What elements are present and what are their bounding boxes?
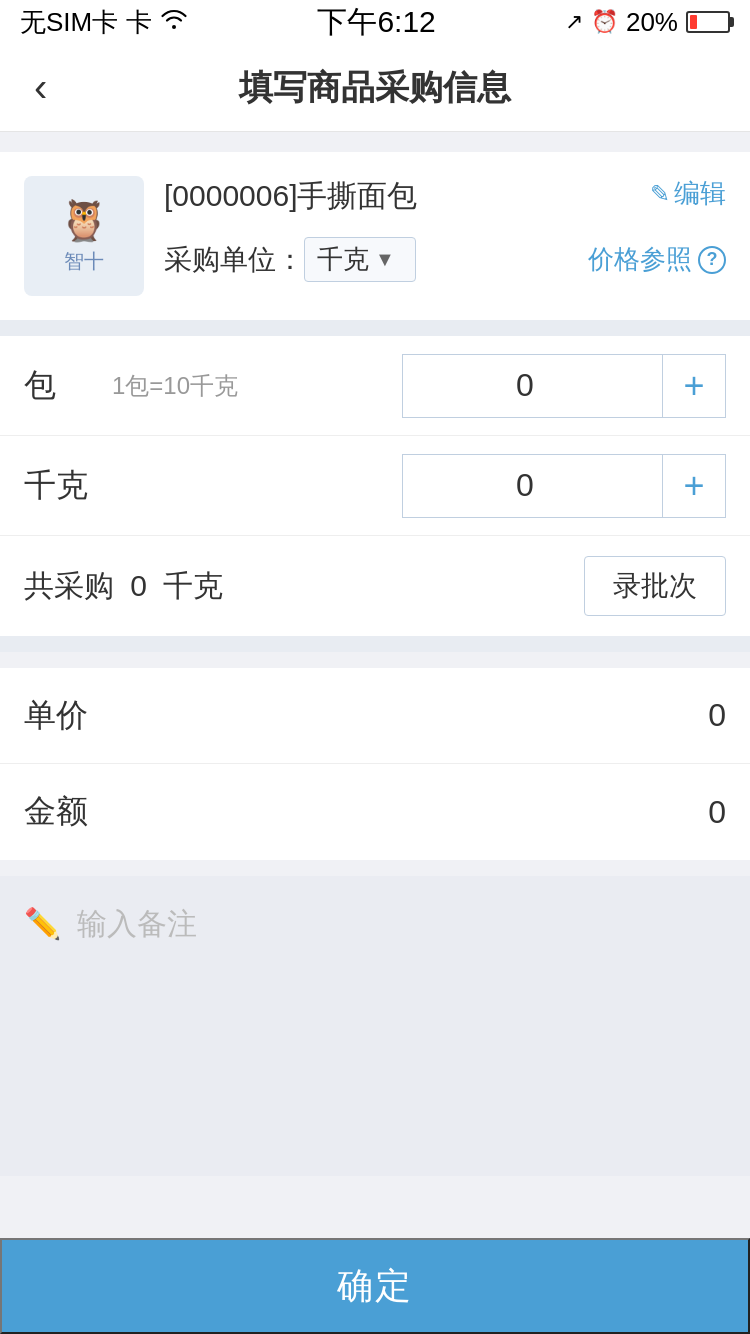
status-bar: 无SIM卡 卡 下午6:12 ↗ ⏰ 20% xyxy=(0,0,750,44)
batch-label: 录批次 xyxy=(613,570,697,601)
summary-prefix: 共采购 xyxy=(24,569,114,602)
carrier-text: 无SIM卡 xyxy=(20,5,118,40)
kg-plus-button[interactable]: + xyxy=(662,454,726,518)
product-image-label: 智十 xyxy=(64,248,104,275)
amount-label: 金额 xyxy=(24,790,88,834)
batch-record-button[interactable]: 录批次 xyxy=(584,556,726,616)
bag-input-wrapper: + xyxy=(402,354,726,418)
kg-plus-icon: + xyxy=(683,465,704,507)
summary-value: 0 xyxy=(130,569,147,602)
location-icon: ↗ xyxy=(565,9,583,35)
price-ref-help-icon: ? xyxy=(698,246,726,274)
content-spacer xyxy=(0,1076,750,1176)
bag-label: 包 xyxy=(24,364,104,408)
bag-sublabel: 1包=10千克 xyxy=(112,370,402,402)
wifi-icon xyxy=(160,7,188,38)
pencil-icon: ✏️ xyxy=(24,906,61,941)
back-button[interactable]: ‹ xyxy=(24,55,57,120)
note-section[interactable]: ✏️ 输入备注 xyxy=(0,876,750,1076)
summary-row: 共采购 0 千克 录批次 xyxy=(0,536,750,636)
divider-1 xyxy=(0,320,750,336)
alarm-icon: ⏰ xyxy=(591,9,618,35)
product-name: [0000006]手撕面包 xyxy=(164,176,650,217)
kg-input-row: 千克 + xyxy=(0,436,750,536)
kg-label: 千克 xyxy=(24,464,104,508)
confirm-button[interactable]: 确定 xyxy=(0,1238,750,1334)
product-image: 🦉 智十 xyxy=(24,176,144,296)
sim-icon: 卡 xyxy=(126,5,152,40)
unit-price-row: 单价 0 xyxy=(0,668,750,764)
unit-selector-group: 采购单位： 千克 ▼ xyxy=(164,237,416,282)
status-right: ↗ ⏰ 20% xyxy=(565,7,730,38)
battery-icon xyxy=(686,11,730,33)
edit-icon: ✎ xyxy=(650,180,670,208)
status-time: 下午6:12 xyxy=(317,2,435,43)
status-left: 无SIM卡 卡 xyxy=(20,5,188,40)
unit-price-label: 单价 xyxy=(24,694,88,738)
product-owl-icon: 🦉 xyxy=(59,197,109,244)
amount-value: 0 xyxy=(708,794,726,831)
price-section: 单价 0 金额 0 xyxy=(0,668,750,860)
note-placeholder: 输入备注 xyxy=(77,904,197,945)
dropdown-arrow-icon: ▼ xyxy=(375,248,395,271)
unit-price-value: 0 xyxy=(708,697,726,734)
product-unit-row: 采购单位： 千克 ▼ 价格参照 ? xyxy=(164,237,726,282)
edit-button[interactable]: ✎ 编辑 xyxy=(650,176,726,211)
unit-value: 千克 xyxy=(317,242,369,277)
summary-unit: 千克 xyxy=(163,569,223,602)
confirm-label: 确定 xyxy=(337,1262,413,1311)
unit-dropdown[interactable]: 千克 ▼ xyxy=(304,237,416,282)
price-reference-button[interactable]: 价格参照 ? xyxy=(588,242,726,277)
product-name-row: [0000006]手撕面包 ✎ 编辑 xyxy=(164,176,726,217)
input-section: 包 1包=10千克 + 千克 + xyxy=(0,336,750,536)
product-card: 🦉 智十 [0000006]手撕面包 ✎ 编辑 采购单位： 千克 ▼ 价格参照 … xyxy=(0,152,750,320)
battery-percent: 20% xyxy=(626,7,678,38)
bag-plus-button[interactable]: + xyxy=(662,354,726,418)
divider-2 xyxy=(0,636,750,652)
summary-text: 共采购 0 千克 xyxy=(24,566,223,607)
unit-label: 采购单位： xyxy=(164,241,304,279)
amount-row: 金额 0 xyxy=(0,764,750,860)
nav-bar: ‹ 填写商品采购信息 xyxy=(0,44,750,132)
edit-label: 编辑 xyxy=(674,176,726,211)
kg-quantity-input[interactable] xyxy=(402,454,662,518)
bag-plus-icon: + xyxy=(683,365,704,407)
page-title: 填写商品采购信息 xyxy=(239,65,511,111)
kg-input-wrapper: + xyxy=(402,454,726,518)
bag-input-row: 包 1包=10千克 + xyxy=(0,336,750,436)
product-info: [0000006]手撕面包 ✎ 编辑 采购单位： 千克 ▼ 价格参照 ? xyxy=(164,176,726,282)
price-ref-label: 价格参照 xyxy=(588,242,692,277)
bag-quantity-input[interactable] xyxy=(402,354,662,418)
